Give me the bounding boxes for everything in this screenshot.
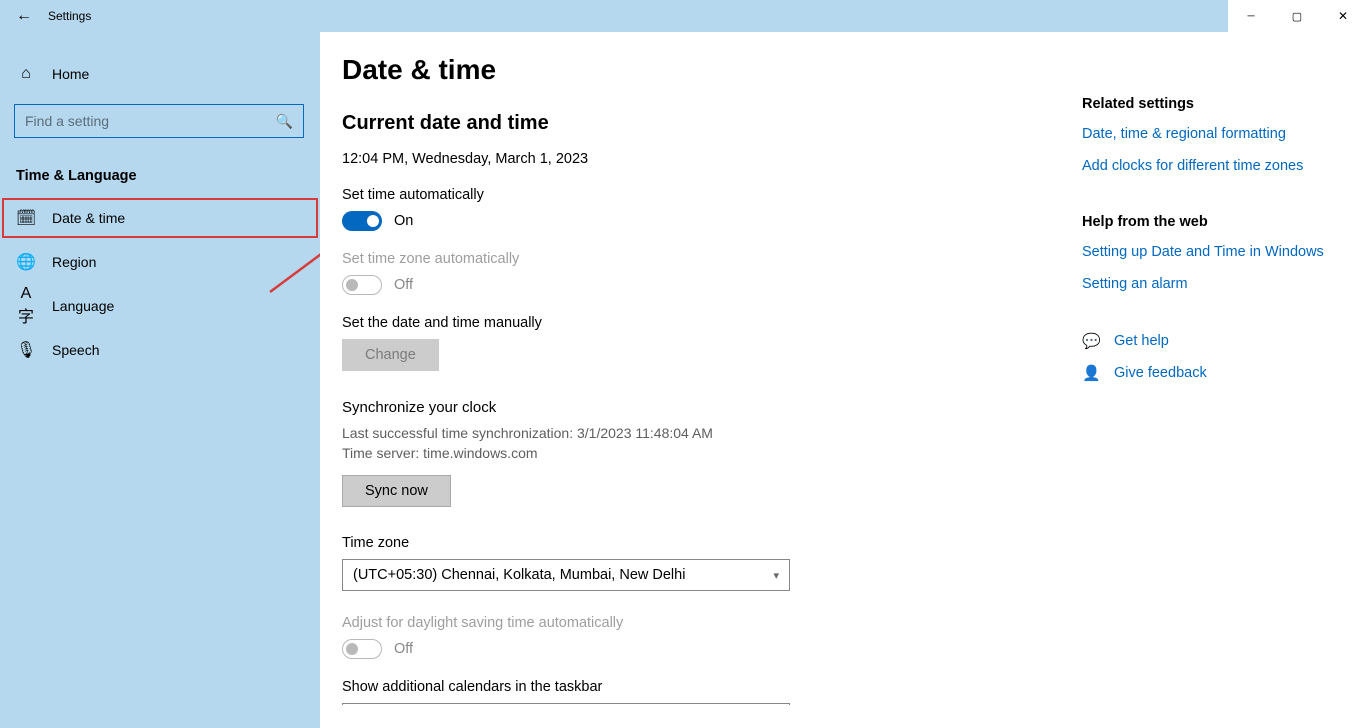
chevron-down-icon: ▾ bbox=[773, 569, 779, 582]
person-feedback-icon: 👤 bbox=[1082, 364, 1100, 382]
window-title: Settings bbox=[48, 9, 91, 23]
home-icon: ⌂ bbox=[16, 65, 36, 83]
link-setup-date-time[interactable]: Setting up Date and Time in Windows bbox=[1082, 244, 1366, 260]
timezone-select[interactable]: (UTC+05:30) Chennai, Kolkata, Mumbai, Ne… bbox=[342, 559, 790, 591]
sidebar-item-language[interactable]: A字 Language bbox=[0, 284, 320, 328]
page-title: Date & time bbox=[342, 54, 1070, 86]
microphone-icon: 🎙 bbox=[16, 340, 36, 360]
sync-now-button[interactable]: Sync now bbox=[342, 475, 451, 507]
sidebar-item-label: Date & time bbox=[52, 210, 125, 226]
minimize-button[interactable] bbox=[1228, 0, 1274, 32]
search-box[interactable]: 🔍 bbox=[14, 104, 304, 138]
sync-heading: Synchronize your clock bbox=[342, 399, 1070, 416]
close-button[interactable] bbox=[1320, 0, 1366, 32]
set-time-auto-state: On bbox=[394, 213, 413, 229]
search-icon: 🔍 bbox=[276, 113, 293, 130]
language-icon: A字 bbox=[16, 285, 36, 327]
sidebar-item-date-time[interactable]: 🗓 Date & time bbox=[0, 196, 320, 240]
give-feedback-button[interactable]: 👤 Give feedback bbox=[1082, 364, 1366, 382]
section-current-heading: Current date and time bbox=[342, 112, 1070, 135]
sidebar-item-label: Language bbox=[52, 298, 114, 314]
set-tz-auto-label: Set time zone automatically bbox=[342, 251, 1070, 267]
dst-label: Adjust for daylight saving time automati… bbox=[342, 615, 1070, 631]
current-datetime: 12:04 PM, Wednesday, March 1, 2023 bbox=[342, 151, 1070, 167]
sidebar-item-region[interactable]: 🌐 Region bbox=[0, 240, 320, 284]
maximize-button[interactable] bbox=[1274, 0, 1320, 32]
sidebar-item-speech[interactable]: 🎙 Speech bbox=[0, 328, 320, 372]
main-area: Date & time Current date and time 12:04 … bbox=[320, 32, 1366, 728]
calendar-clock-icon: 🗓 bbox=[16, 208, 36, 228]
category-heading: Time & Language bbox=[0, 154, 320, 196]
dst-state: Off bbox=[394, 641, 413, 657]
home-label: Home bbox=[52, 66, 89, 82]
chat-help-icon: 💬 bbox=[1082, 332, 1100, 350]
calendars-label: Show additional calendars in the taskbar bbox=[342, 679, 1070, 695]
set-tz-auto-toggle bbox=[342, 275, 382, 295]
sidebar-item-label: Speech bbox=[52, 342, 99, 358]
content: Date & time Current date and time 12:04 … bbox=[320, 32, 1070, 728]
give-feedback-label: Give feedback bbox=[1114, 365, 1207, 381]
get-help-button[interactable]: 💬 Get help bbox=[1082, 332, 1366, 350]
home-nav[interactable]: ⌂ Home bbox=[0, 52, 320, 96]
link-setting-alarm[interactable]: Setting an alarm bbox=[1082, 276, 1366, 292]
set-time-auto-label: Set time automatically bbox=[342, 187, 1070, 203]
back-button[interactable]: ← bbox=[0, 7, 48, 25]
titlebar: ← Settings bbox=[0, 0, 1366, 32]
sync-last: Last successful time synchronization: 3/… bbox=[342, 424, 1070, 444]
related-heading: Related settings bbox=[1082, 96, 1366, 112]
change-button: Change bbox=[342, 339, 439, 371]
search-input[interactable] bbox=[25, 113, 276, 129]
manual-label: Set the date and time manually bbox=[342, 315, 1070, 331]
link-add-clocks[interactable]: Add clocks for different time zones bbox=[1082, 158, 1366, 174]
set-tz-auto-state: Off bbox=[394, 277, 413, 293]
set-time-auto-toggle[interactable] bbox=[342, 211, 382, 231]
link-date-regional[interactable]: Date, time & regional formatting bbox=[1082, 126, 1366, 142]
timezone-value: (UTC+05:30) Chennai, Kolkata, Mumbai, Ne… bbox=[353, 567, 685, 583]
right-panel: Related settings Date, time & regional f… bbox=[1070, 32, 1366, 728]
sidebar: ⌂ Home 🔍 Time & Language 🗓 Date & time 🌐… bbox=[0, 32, 320, 728]
sync-server: Time server: time.windows.com bbox=[342, 444, 1070, 464]
timezone-label: Time zone bbox=[342, 535, 1070, 551]
globe-icon: 🌐 bbox=[16, 252, 36, 272]
dst-toggle bbox=[342, 639, 382, 659]
get-help-label: Get help bbox=[1114, 333, 1169, 349]
help-heading: Help from the web bbox=[1082, 214, 1366, 230]
sidebar-item-label: Region bbox=[52, 254, 96, 270]
